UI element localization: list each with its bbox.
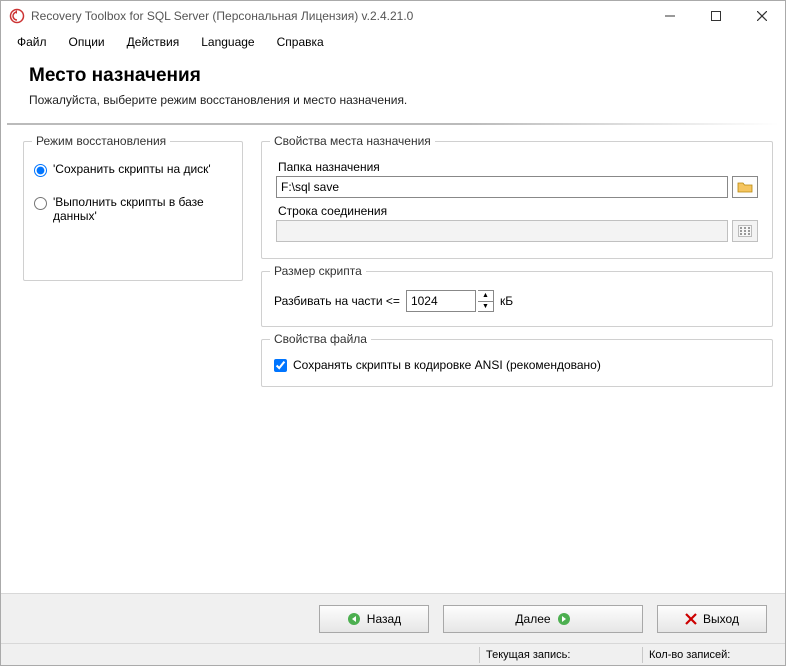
file-properties-group: Свойства файла Сохранять скрипты в кодир… [261,339,773,387]
arrow-left-icon [347,612,361,626]
menu-language[interactable]: Language [191,33,264,51]
spinner-up-icon[interactable]: ▲ [478,291,493,302]
status-current-record: Текущая запись: [486,649,636,661]
back-button[interactable]: Назад [319,605,429,633]
folder-icon [737,181,753,193]
status-record-count: Кол-во записей: [649,649,779,661]
back-button-label: Назад [367,612,401,626]
ansi-encoding-label: Сохранять скрипты в кодировке ANSI (реко… [293,358,601,372]
split-size-input[interactable] [406,290,476,312]
destination-folder-input[interactable] [276,176,728,198]
close-icon [685,613,697,625]
script-size-group: Размер скрипта Разбивать на части <= ▲ ▼… [261,271,773,327]
exit-button[interactable]: Выход [657,605,767,633]
radio-save-scripts[interactable]: 'Сохранить скрипты на диск' [34,162,232,177]
page-title: Место назначения [29,65,757,87]
split-size-unit: кБ [500,294,513,308]
ansi-encoding-checkbox[interactable] [274,359,287,372]
titlebar: Recovery Toolbox for SQL Server (Персона… [1,1,785,31]
destination-properties-group: Свойства места назначения Папка назначен… [261,141,773,259]
header-divider [7,123,779,125]
file-properties-legend: Свойства файла [270,332,371,346]
connection-string-input [276,220,728,242]
menu-options[interactable]: Опции [59,33,115,51]
exit-button-label: Выход [703,612,739,626]
connection-string-label: Строка соединения [278,204,762,218]
next-button-label: Далее [515,612,550,626]
minimize-button[interactable] [647,1,693,31]
menu-actions[interactable]: Действия [117,33,190,51]
window-title: Recovery Toolbox for SQL Server (Персона… [31,9,647,23]
radio-save-scripts-label: 'Сохранить скрипты на диск' [53,162,211,176]
menubar: Файл Опции Действия Language Справка [1,31,785,53]
close-button[interactable] [739,1,785,31]
radio-save-scripts-input[interactable] [34,164,47,177]
menu-file[interactable]: Файл [7,33,57,51]
ansi-encoding-checkbox-row[interactable]: Сохранять скрипты в кодировке ANSI (реко… [272,354,762,376]
radio-exec-scripts-label: 'Выполнить скрипты в базе данных' [53,195,232,223]
script-size-legend: Размер скрипта [270,264,366,278]
split-size-spinner[interactable]: ▲ ▼ [478,290,494,312]
arrow-right-icon [557,612,571,626]
window-controls [647,1,785,31]
destination-folder-label: Папка назначения [278,160,762,174]
page-subtitle: Пожалуйста, выберите режим восстановлени… [29,93,757,107]
radio-exec-scripts[interactable]: 'Выполнить скрипты в базе данных' [34,195,232,223]
recovery-mode-group: Режим восстановления 'Сохранить скрипты … [23,141,243,281]
menu-help[interactable]: Справка [267,33,334,51]
next-button[interactable]: Далее [443,605,643,633]
radio-exec-scripts-input[interactable] [34,197,47,210]
maximize-button[interactable] [693,1,739,31]
main-content: Режим восстановления 'Сохранить скрипты … [1,135,785,593]
wizard-footer: Назад Далее Выход [1,593,785,643]
browse-folder-button[interactable] [732,176,758,198]
ellipsis-icon [738,225,752,237]
page-header: Место назначения Пожалуйста, выберите ре… [1,53,785,123]
spinner-down-icon[interactable]: ▼ [478,302,493,312]
recovery-mode-legend: Режим восстановления [32,134,170,148]
connection-builder-button [732,220,758,242]
destination-properties-legend: Свойства места назначения [270,134,435,148]
split-parts-label: Разбивать на части <= [274,294,400,308]
statusbar: Текущая запись: Кол-во записей: [1,643,785,665]
app-icon [9,8,25,24]
